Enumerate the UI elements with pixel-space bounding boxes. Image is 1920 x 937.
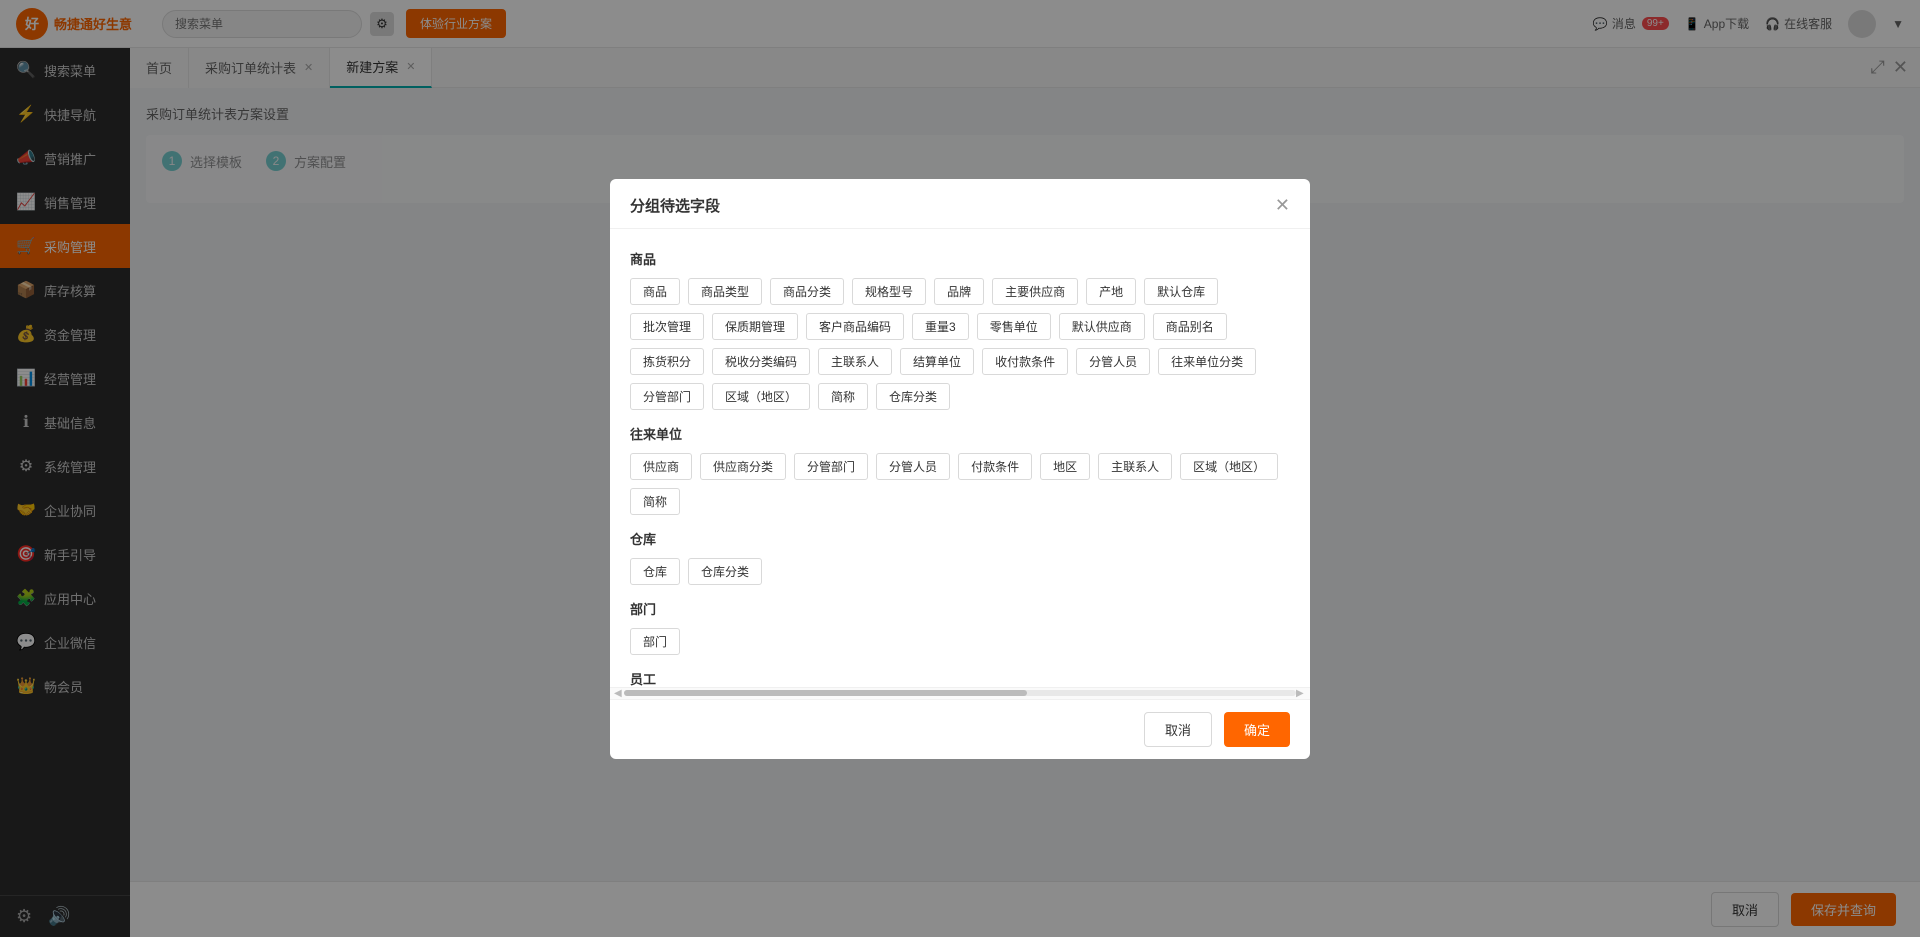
tag-supplier[interactable]: 供应商 — [630, 453, 692, 480]
modal-title: 分组待选字段 — [630, 195, 720, 216]
tag-default-warehouse[interactable]: 默认仓库 — [1144, 278, 1218, 305]
tag-short-name[interactable]: 简称 — [818, 383, 868, 410]
field-tags-warehouse: 仓库 仓库分类 — [630, 558, 1290, 585]
tag-short-name2[interactable]: 简称 — [630, 488, 680, 515]
modal-cancel-btn[interactable]: 取消 — [1144, 712, 1212, 747]
tag-managed-dept[interactable]: 分管部门 — [794, 453, 868, 480]
tag-spec-model[interactable]: 规格型号 — [852, 278, 926, 305]
modal-overlay: 分组待选字段 ✕ 商品 商品 商品类型 商品分类 规格型号 品牌 主要供应商 产… — [0, 0, 1920, 937]
tag-retail-unit[interactable]: 零售单位 — [977, 313, 1051, 340]
tag-pick-points[interactable]: 拣货积分 — [630, 348, 704, 375]
tag-default-supplier[interactable]: 默认供应商 — [1059, 313, 1145, 340]
tag-supplier-cat[interactable]: 供应商分类 — [700, 453, 786, 480]
tag-payment-cond[interactable]: 付款条件 — [958, 453, 1032, 480]
tag-tax-code[interactable]: 税收分类编码 — [712, 348, 810, 375]
section-title-department: 部门 — [630, 599, 1290, 618]
section-title-partner: 往来单位 — [630, 424, 1290, 443]
hscroll-track — [624, 690, 1296, 696]
tag-payment-terms[interactable]: 收付款条件 — [982, 348, 1068, 375]
tag-settlement-unit[interactable]: 结算单位 — [900, 348, 974, 375]
modal-close-btn[interactable]: ✕ — [1275, 196, 1290, 214]
modal-header: 分组待选字段 ✕ — [610, 179, 1310, 229]
tag-warehouse-cat2[interactable]: 仓库分类 — [688, 558, 762, 585]
modal-body: 商品 商品 商品类型 商品分类 规格型号 品牌 主要供应商 产地 默认仓库 批次… — [610, 229, 1310, 687]
modal-dialog: 分组待选字段 ✕ 商品 商品 商品类型 商品分类 规格型号 品牌 主要供应商 产… — [610, 179, 1310, 759]
section-title-employee: 员工 — [630, 669, 1290, 687]
tag-brand[interactable]: 品牌 — [934, 278, 984, 305]
tag-warehouse-cat[interactable]: 仓库分类 — [876, 383, 950, 410]
hscroll-right[interactable]: ▶ — [1296, 688, 1306, 699]
tag-customer-code[interactable]: 客户商品编码 — [806, 313, 904, 340]
field-tags-department: 部门 — [630, 628, 1290, 655]
tag-product-type[interactable]: 商品类型 — [688, 278, 762, 305]
hscroll-thumb — [624, 690, 1027, 696]
modal-confirm-btn[interactable]: 确定 — [1224, 712, 1290, 747]
tag-region2[interactable]: 区域（地区） — [1180, 453, 1278, 480]
field-tags-partner: 供应商 供应商分类 分管部门 分管人员 付款条件 地区 主联系人 区域（地区） … — [630, 453, 1290, 515]
tag-department[interactable]: 部门 — [630, 628, 680, 655]
tag-main-supplier[interactable]: 主要供应商 — [992, 278, 1078, 305]
tag-region[interactable]: 区域（地区） — [712, 383, 810, 410]
tag-main-contact2[interactable]: 主联系人 — [1098, 453, 1172, 480]
section-title-warehouse: 仓库 — [630, 529, 1290, 548]
tag-product-category[interactable]: 商品分类 — [770, 278, 844, 305]
tag-warehouse[interactable]: 仓库 — [630, 558, 680, 585]
tag-batch-manage[interactable]: 批次管理 — [630, 313, 704, 340]
tag-shelf-life[interactable]: 保质期管理 — [712, 313, 798, 340]
tag-product[interactable]: 商品 — [630, 278, 680, 305]
tag-area[interactable]: 地区 — [1040, 453, 1090, 480]
tag-unit-category[interactable]: 往来单位分类 — [1158, 348, 1256, 375]
tag-main-contact[interactable]: 主联系人 — [818, 348, 892, 375]
field-tags-product: 商品 商品类型 商品分类 规格型号 品牌 主要供应商 产地 默认仓库 批次管理 … — [630, 278, 1290, 410]
tag-manager[interactable]: 分管人员 — [1076, 348, 1150, 375]
tag-managed-person[interactable]: 分管人员 — [876, 453, 950, 480]
modal-hscroll: ◀ ▶ — [610, 687, 1310, 699]
section-title-product: 商品 — [630, 249, 1290, 268]
tag-weight3[interactable]: 重量3 — [912, 313, 969, 340]
modal-footer: 取消 确定 — [610, 699, 1310, 759]
tag-product-alias[interactable]: 商品别名 — [1153, 313, 1227, 340]
tag-dept[interactable]: 分管部门 — [630, 383, 704, 410]
tag-origin[interactable]: 产地 — [1086, 278, 1136, 305]
hscroll-left[interactable]: ◀ — [614, 688, 624, 699]
